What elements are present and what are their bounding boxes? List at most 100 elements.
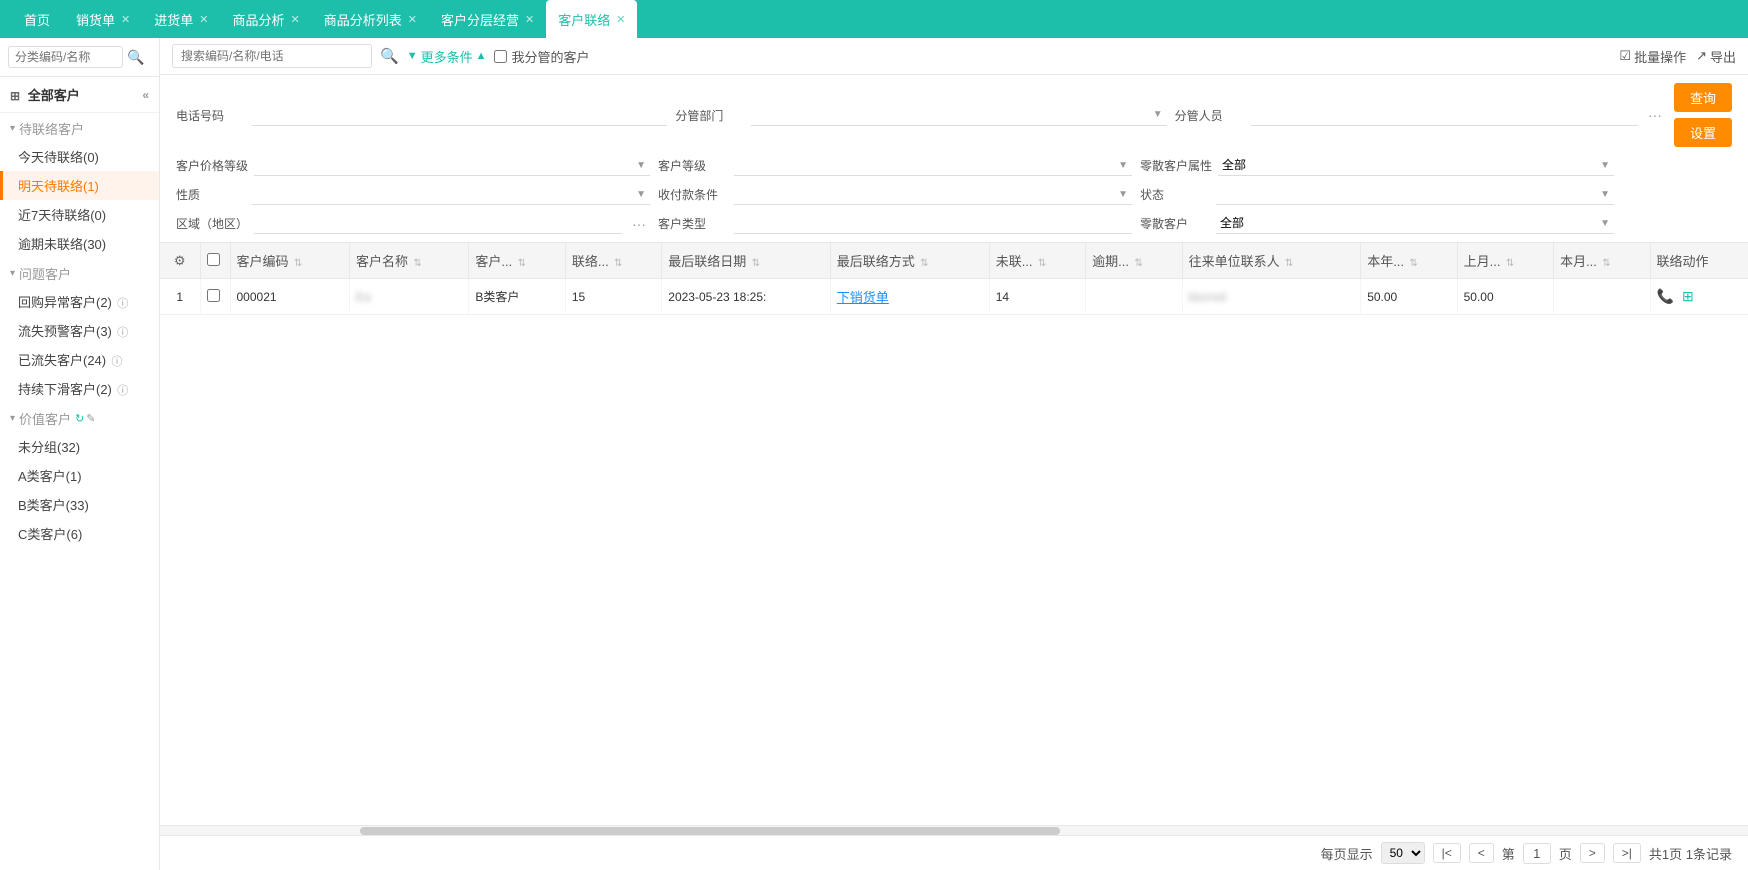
filter-right-actions: ☑ 批量操作 ↗ 导出 xyxy=(1619,47,1736,66)
sidebar-item-tomorrow-label: 明天待联络(1) xyxy=(18,179,99,194)
sort-icon-name[interactable]: ⇅ xyxy=(413,258,421,269)
filter-customer-type-input[interactable] xyxy=(734,213,1132,234)
filter-retail-attr-select[interactable]: 全部 xyxy=(1218,155,1614,175)
sort-icon-last-date[interactable]: ⇅ xyxy=(752,258,760,269)
nav-purchase-order-label: 进货单 xyxy=(154,10,193,29)
sidebar-item-7days[interactable]: 近7天待联络(0) xyxy=(0,200,159,229)
filter-manager-input[interactable] xyxy=(1251,105,1638,126)
filter-retail-customer-select[interactable]: 全部 xyxy=(1216,213,1614,233)
th-settings[interactable]: ⚙ xyxy=(160,243,200,279)
th-not-contact: 未联... ⇅ xyxy=(989,243,1085,279)
select-all-checkbox[interactable] xyxy=(207,253,220,266)
filter-nature-select[interactable] xyxy=(252,184,650,204)
sidebar-item-class-c[interactable]: C类客户(6) xyxy=(0,519,159,548)
my-customers-checkbox-label[interactable]: 我分管的客户 xyxy=(494,47,589,66)
action-grid-icon[interactable]: ⊞ xyxy=(1682,288,1694,305)
filter-region-dots[interactable]: ··· xyxy=(628,216,650,232)
filter-region-input[interactable] xyxy=(254,213,622,234)
filter-payment-select[interactable] xyxy=(734,184,1132,204)
sort-icon-overdue[interactable]: ⇅ xyxy=(1134,258,1142,269)
nav-home[interactable]: 首页 xyxy=(10,0,64,38)
filter-phone-input[interactable] xyxy=(252,105,667,126)
nav-product-analysis-list[interactable]: 商品分析列表 ✕ xyxy=(312,0,429,38)
nav-sales-order[interactable]: 销货单 ✕ xyxy=(64,0,142,38)
sidebar-item-churn-warning[interactable]: 流失预警客户(3) ⓘ xyxy=(0,316,159,345)
sort-icon-this-month[interactable]: ⇅ xyxy=(1602,258,1610,269)
sidebar-search-icon[interactable]: 🔍 xyxy=(127,49,144,66)
sidebar-collapse-icon[interactable]: « xyxy=(142,88,149,102)
filter-phone: 电话号码 xyxy=(176,105,667,126)
th-last-date-label: 最后联络日期 xyxy=(668,254,746,269)
nav-product-analysis-list-close[interactable]: ✕ xyxy=(408,13,417,26)
filter-search-input[interactable] xyxy=(172,44,372,68)
sidebar-search-input[interactable] xyxy=(8,46,123,68)
sidebar-item-repurchase-abnormal[interactable]: 回购异常客户(2) ⓘ xyxy=(0,287,159,316)
nav-customer-contact-close[interactable]: ✕ xyxy=(616,13,625,26)
sort-icon-this-year[interactable]: ⇅ xyxy=(1409,258,1417,269)
more-conditions-button[interactable]: ▼ 更多条件 ▲ xyxy=(407,47,487,66)
next-page-button[interactable]: > xyxy=(1580,843,1605,863)
sort-icon-liaison[interactable]: ⇅ xyxy=(1285,258,1293,269)
nav-product-analysis-close[interactable]: ✕ xyxy=(291,13,300,26)
sidebar-group-value-title[interactable]: ▾ 价值客户 ↻ ✎ xyxy=(0,403,159,432)
sort-icon-last-month[interactable]: ⇅ xyxy=(1506,258,1514,269)
sort-icon-not-contact[interactable]: ⇅ xyxy=(1038,258,1046,269)
refresh-icon[interactable]: ↻ xyxy=(75,412,84,425)
sidebar-item-overdue[interactable]: 逾期未联络(30) xyxy=(0,229,159,258)
sort-icon-type[interactable]: ⇅ xyxy=(518,258,526,269)
sidebar-group-problem-title[interactable]: ▾ 问题客户 xyxy=(0,258,159,287)
th-liaison-label: 往来单位联系人 xyxy=(1189,254,1280,269)
th-this-month-label: 本月... xyxy=(1560,254,1597,269)
filter-search-icon[interactable]: 🔍 xyxy=(380,47,399,65)
sidebar-item-churned[interactable]: 已流失客户(24) ⓘ xyxy=(0,345,159,374)
td-last-method[interactable]: 下销货单 xyxy=(830,279,989,315)
prev-page-button[interactable]: < xyxy=(1469,843,1494,863)
sort-icon-code[interactable]: ⇅ xyxy=(294,258,302,269)
sidebar-item-today[interactable]: 今天待联络(0) xyxy=(0,142,159,171)
nav-product-analysis-list-label: 商品分析列表 xyxy=(324,10,402,29)
my-customers-checkbox[interactable] xyxy=(494,50,507,63)
sort-icon-contact[interactable]: ⇅ xyxy=(614,258,622,269)
filter-dept-select[interactable] xyxy=(751,105,1166,125)
nav-customer-tier[interactable]: 客户分层经营 ✕ xyxy=(429,0,546,38)
sidebar-all-customers[interactable]: ⊞ 全部客户 « xyxy=(0,77,159,113)
scrollbar-thumb[interactable] xyxy=(360,827,1060,835)
batch-op-button[interactable]: ☑ 批量操作 xyxy=(1619,47,1686,66)
nav-purchase-order[interactable]: 进货单 ✕ xyxy=(142,0,220,38)
export-button[interactable]: ↗ 导出 xyxy=(1696,47,1736,66)
sidebar-item-ungrouped[interactable]: 未分组(32) xyxy=(0,432,159,461)
sidebar-item-class-b[interactable]: B类客户(33) xyxy=(0,490,159,519)
table-scrollbar[interactable] xyxy=(160,825,1748,835)
filter-manager-dots[interactable]: ··· xyxy=(1644,107,1666,123)
td-checkbox[interactable] xyxy=(200,279,230,315)
nav-product-analysis[interactable]: 商品分析 ✕ xyxy=(220,0,311,38)
filter-status-select[interactable] xyxy=(1216,184,1614,204)
last-page-button[interactable]: >| xyxy=(1613,843,1641,863)
filter-region-label: 区域（地区） xyxy=(176,215,248,232)
nav-customer-contact[interactable]: 客户联络 ✕ xyxy=(546,0,637,38)
filter-price-level-label: 客户价格等级 xyxy=(176,157,248,174)
sidebar-group-pending-title[interactable]: ▾ 待联络客户 xyxy=(0,113,159,142)
edit-icon[interactable]: ✎ xyxy=(86,412,95,425)
settings-button[interactable]: 设置 xyxy=(1674,118,1732,147)
row-checkbox[interactable] xyxy=(207,289,220,302)
table-settings-icon[interactable]: ⚙ xyxy=(174,253,186,268)
nav-purchase-order-close[interactable]: ✕ xyxy=(199,13,208,26)
query-button[interactable]: 查询 xyxy=(1674,83,1732,112)
nav-sales-order-close[interactable]: ✕ xyxy=(121,13,130,26)
sort-icon-last-method[interactable]: ⇅ xyxy=(920,258,928,269)
filter-price-level-select[interactable] xyxy=(254,155,650,175)
th-checkbox[interactable] xyxy=(200,243,230,279)
first-page-button[interactable]: |< xyxy=(1433,843,1461,863)
filter-customer-level-select[interactable] xyxy=(734,155,1132,175)
sidebar-item-declining[interactable]: 持续下滑客户(2) ⓘ xyxy=(0,374,159,403)
sidebar-item-tomorrow[interactable]: 明天待联络(1) xyxy=(0,171,159,200)
nav-customer-tier-close[interactable]: ✕ xyxy=(525,13,534,26)
th-code-label: 客户编码 xyxy=(237,254,289,269)
action-phone-icon[interactable]: 📞 xyxy=(1657,288,1674,305)
th-last-date: 最后联络日期 ⇅ xyxy=(662,243,831,279)
per-page-select[interactable]: 50 xyxy=(1381,842,1425,864)
sidebar-item-class-a[interactable]: A类客户(1) xyxy=(0,461,159,490)
td-this-month xyxy=(1554,279,1650,315)
my-customers-label: 我分管的客户 xyxy=(511,47,589,66)
